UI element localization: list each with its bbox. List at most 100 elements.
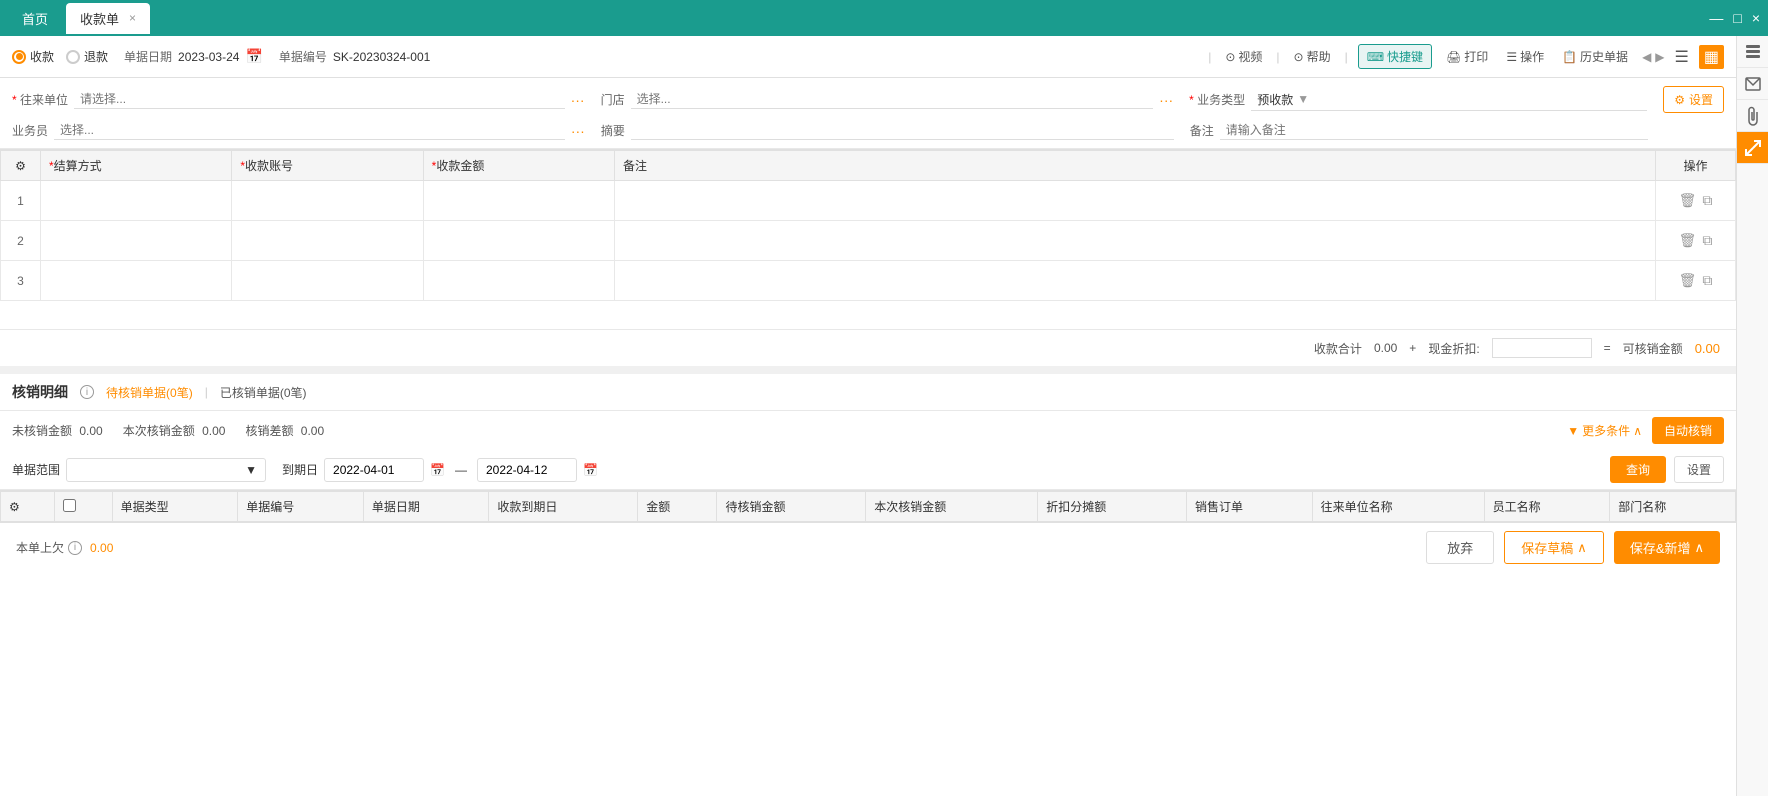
divider1: |: [1208, 50, 1211, 64]
prev-arrow[interactable]: ◀: [1642, 50, 1651, 64]
save-new-button[interactable]: 保存&新增 ∧: [1614, 531, 1720, 564]
summary-field: 摘要: [601, 121, 1174, 140]
actions-1: 🗑 ⧉: [1656, 181, 1736, 221]
table-row: 2 🗑 ⧉: [1, 221, 1736, 261]
staff-more-icon[interactable]: ···: [571, 123, 585, 139]
more-conditions-btn[interactable]: ▼ 更多条件 ∧: [1567, 422, 1642, 439]
from-unit-more-icon[interactable]: ···: [571, 92, 585, 108]
account-2[interactable]: [232, 221, 423, 261]
bottom-actions: 放弃 保存草稿 ∧ 保存&新增 ∧: [1426, 531, 1720, 564]
bt-checkbox-col: [54, 492, 112, 522]
right-panel-clip-icon[interactable]: [1737, 100, 1768, 132]
bt-gear[interactable]: ⚙: [1, 492, 55, 522]
delete-icon-2[interactable]: 🗑: [1679, 232, 1697, 249]
copy-icon-2[interactable]: ⧉: [1702, 232, 1712, 249]
info-icon[interactable]: i: [68, 541, 82, 555]
video-btn[interactable]: ⊙ 视频: [1221, 46, 1266, 67]
amount-3[interactable]: [423, 261, 614, 301]
operation-header: 操作: [1656, 151, 1736, 181]
bt-unit-name: 往来单位名称: [1312, 492, 1484, 522]
right-panel-table-icon[interactable]: [1737, 36, 1768, 68]
account-1[interactable]: [232, 181, 423, 221]
auto-offset-button[interactable]: 自动核销: [1652, 417, 1724, 444]
calendar-icon[interactable]: 📅: [245, 48, 262, 65]
range-select[interactable]: ▼: [66, 458, 266, 482]
summary-input[interactable]: [631, 121, 1174, 140]
section2-info-icon[interactable]: i: [80, 385, 94, 399]
operation-btn[interactable]: ☰ 操作: [1502, 46, 1548, 67]
from-unit-input[interactable]: [74, 90, 565, 109]
filter-settings-button[interactable]: 设置: [1674, 456, 1724, 483]
shortcut-btn[interactable]: ⌨ 快捷键: [1358, 44, 1432, 69]
tab-receipt[interactable]: 收款单 ×: [66, 3, 150, 34]
save-draft-button[interactable]: 保存草稿 ∧: [1504, 531, 1604, 564]
history-btn[interactable]: 📋 历史单据: [1558, 46, 1632, 67]
tab-receipt-close[interactable]: ×: [129, 11, 136, 25]
store-more-icon[interactable]: ···: [1159, 92, 1173, 108]
remarks-input[interactable]: [1220, 121, 1648, 140]
due-to-input[interactable]: [477, 458, 577, 482]
operation-icon: ☰: [1506, 50, 1517, 64]
radio-refund-label: 退款: [84, 48, 108, 65]
amount-2[interactable]: [423, 221, 614, 261]
table-gear-header[interactable]: ⚙: [1, 151, 41, 181]
history-label: 历史单据: [1580, 48, 1628, 65]
print-btn[interactable]: 🖨 打印: [1442, 46, 1492, 67]
save-draft-label: 保存草稿: [1521, 538, 1573, 557]
settings-button[interactable]: ⚙ 设置: [1663, 86, 1724, 113]
staff-input[interactable]: [54, 121, 565, 140]
minimize-btn[interactable]: —: [1709, 10, 1723, 26]
query-button[interactable]: 查询: [1610, 456, 1666, 483]
account-3[interactable]: [232, 261, 423, 301]
tab-home[interactable]: 首页: [8, 3, 62, 34]
discount-input[interactable]: [1492, 338, 1592, 358]
radio-refund[interactable]: 退款: [66, 48, 108, 65]
chevron-down-icon2[interactable]: ∧: [1694, 540, 1704, 556]
calendar-to-icon[interactable]: 📅: [583, 463, 598, 477]
business-type-field: 业务类型 预收款 ▼: [1189, 89, 1647, 111]
amount-1[interactable]: [423, 181, 614, 221]
pending-tab-link[interactable]: 待核销单据(0笔): [106, 384, 193, 401]
delete-icon-1[interactable]: 🗑: [1679, 192, 1697, 209]
total-value: 0.00: [1374, 341, 1397, 355]
prev-value: 0.00: [90, 541, 113, 555]
date-value[interactable]: 2023-03-24: [178, 50, 239, 64]
tab-home-label: 首页: [22, 9, 48, 28]
payment-type-radio-group: 收款 退款: [12, 48, 108, 65]
copy-icon-3[interactable]: ⧉: [1702, 272, 1712, 289]
delete-icon-3[interactable]: 🗑: [1679, 272, 1697, 289]
grid-icon[interactable]: ▦: [1699, 45, 1724, 69]
remark-1[interactable]: [615, 181, 1656, 221]
range-filter: 单据范围 ▼: [12, 458, 266, 482]
copy-icon-1[interactable]: ⧉: [1702, 192, 1712, 209]
due-from-input[interactable]: [324, 458, 424, 482]
next-arrow[interactable]: ▶: [1655, 50, 1664, 64]
remark-3[interactable]: [615, 261, 1656, 301]
form-row-1: 往来单位 ··· 门店 ··· 业务类型 预收款 ▼ ⚙: [12, 86, 1724, 113]
bt-amount: 金额: [638, 492, 717, 522]
bt-select-all[interactable]: [63, 499, 76, 512]
settlement-2[interactable]: [41, 221, 232, 261]
settlement-1[interactable]: [41, 181, 232, 221]
done-tab-link[interactable]: 已核销单据(0笔): [220, 384, 307, 401]
right-panel-mail-icon[interactable]: [1737, 68, 1768, 100]
business-type-select[interactable]: 预收款 ▼: [1251, 89, 1647, 111]
history-icon: 📋: [1562, 50, 1577, 64]
due-date-filter: 到期日 📅 — 📅: [282, 458, 598, 482]
abandon-button[interactable]: 放弃: [1426, 531, 1494, 564]
calendar-from-icon[interactable]: 📅: [430, 463, 445, 477]
actions-3: 🗑 ⧉: [1656, 261, 1736, 301]
settlement-3[interactable]: [41, 261, 232, 301]
remark-2[interactable]: [615, 221, 1656, 261]
business-type-value: 预收款: [1257, 91, 1293, 108]
window-close-btn[interactable]: ×: [1752, 10, 1760, 26]
bottom-bar: 本单上欠 i 0.00 放弃 保存草稿 ∧ 保存&新增 ∧: [0, 522, 1736, 572]
right-panel-expand-icon[interactable]: [1737, 132, 1768, 164]
help-btn[interactable]: ⊙ 帮助: [1290, 46, 1335, 67]
chevron-down-icon[interactable]: ∧: [1577, 540, 1587, 556]
available-value: 0.00: [1695, 341, 1720, 356]
list-icon[interactable]: ☰: [1675, 47, 1689, 67]
radio-receipt[interactable]: 收款: [12, 48, 54, 65]
maximize-btn[interactable]: □: [1733, 10, 1741, 26]
store-input[interactable]: [631, 90, 1154, 109]
